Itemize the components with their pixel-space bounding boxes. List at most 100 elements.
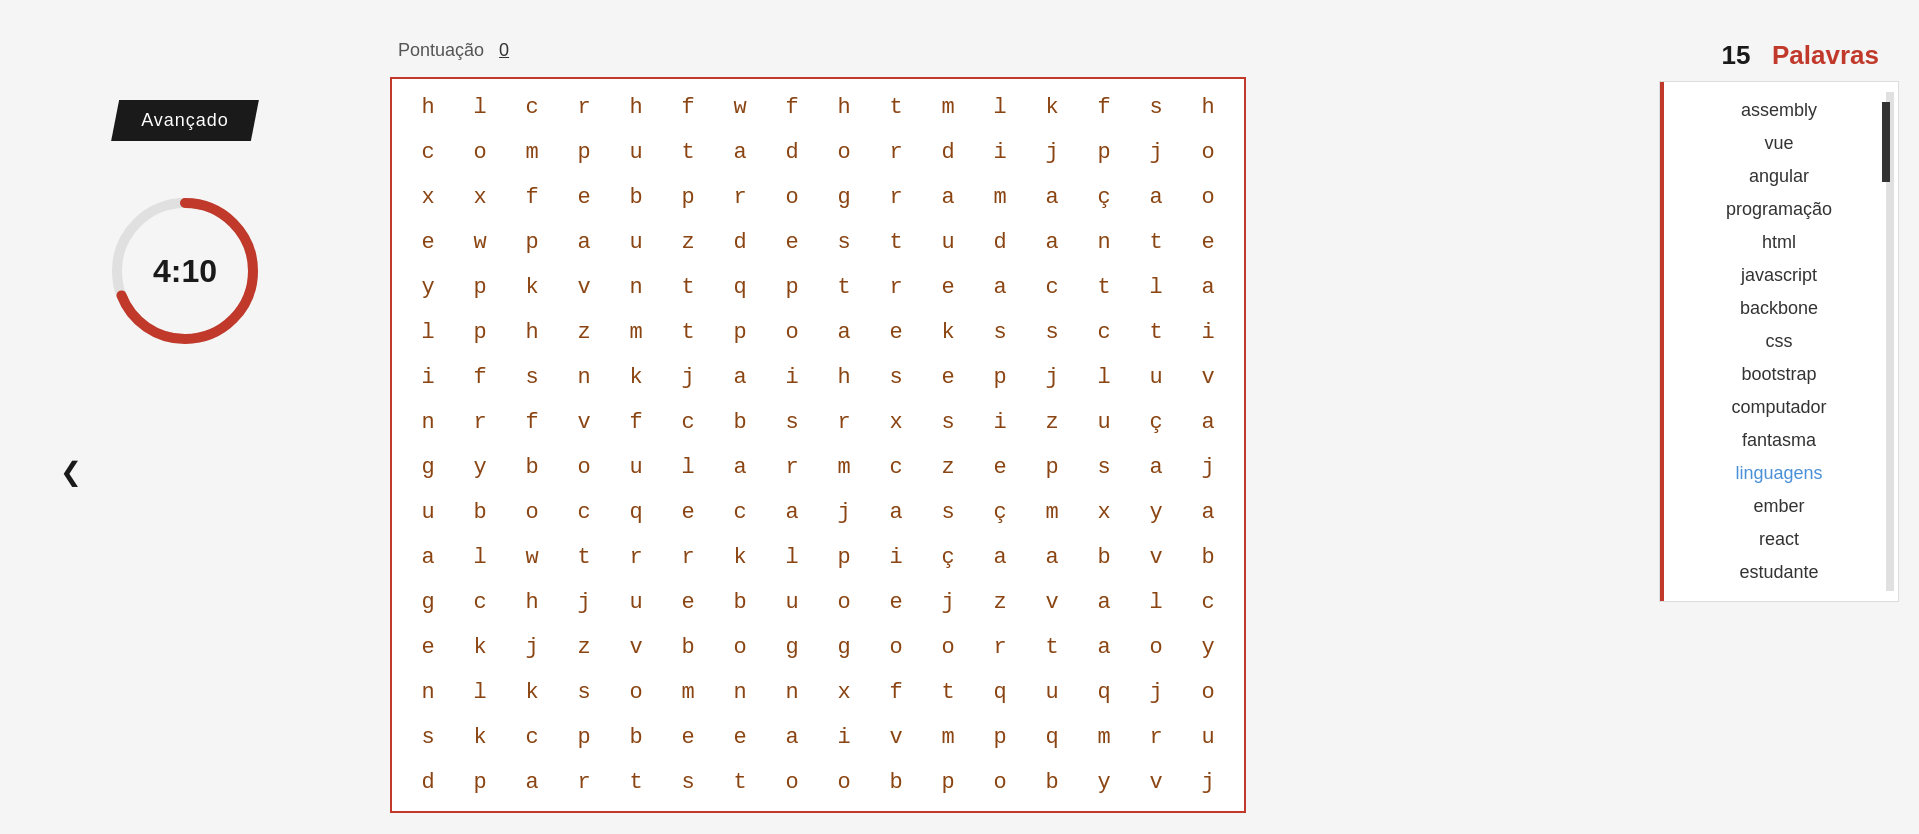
grid-cell[interactable]: e (402, 625, 454, 670)
grid-cell[interactable]: o (1182, 175, 1234, 220)
grid-cell[interactable]: j (1026, 130, 1078, 175)
grid-cell[interactable]: a (870, 490, 922, 535)
grid-cell[interactable]: r (974, 625, 1026, 670)
grid-cell[interactable]: a (1078, 625, 1130, 670)
grid-cell[interactable]: o (454, 130, 506, 175)
grid-cell[interactable]: k (610, 355, 662, 400)
grid-cell[interactable]: z (1026, 400, 1078, 445)
grid-cell[interactable]: l (1130, 265, 1182, 310)
grid-cell[interactable]: u (610, 130, 662, 175)
grid-cell[interactable]: l (1130, 580, 1182, 625)
grid-cell[interactable]: n (610, 265, 662, 310)
grid-cell[interactable]: v (1182, 355, 1234, 400)
grid-cell[interactable]: i (974, 400, 1026, 445)
grid-cell[interactable]: c (714, 490, 766, 535)
grid-cell[interactable]: m (922, 85, 974, 130)
grid-cell[interactable]: ç (922, 535, 974, 580)
grid-cell[interactable]: r (454, 400, 506, 445)
word-item[interactable]: bootstrap (1660, 358, 1898, 391)
grid-cell[interactable]: h (1182, 85, 1234, 130)
grid-cell[interactable]: l (1078, 355, 1130, 400)
grid-cell[interactable]: x (818, 670, 870, 715)
grid-cell[interactable]: o (974, 760, 1026, 805)
grid-cell[interactable]: j (818, 490, 870, 535)
grid-cell[interactable]: p (922, 760, 974, 805)
grid-cell[interactable]: t (558, 535, 610, 580)
grid-cell[interactable]: t (662, 265, 714, 310)
grid-cell[interactable]: a (974, 535, 1026, 580)
grid-cell[interactable]: z (558, 625, 610, 670)
grid-cell[interactable]: c (870, 445, 922, 490)
grid-cell[interactable]: w (714, 85, 766, 130)
grid-cell[interactable]: b (610, 715, 662, 760)
grid-cell[interactable]: s (870, 355, 922, 400)
grid-cell[interactable]: b (870, 760, 922, 805)
word-item[interactable]: estudante (1660, 556, 1898, 589)
grid-cell[interactable]: o (818, 130, 870, 175)
grid-cell[interactable]: u (1182, 715, 1234, 760)
grid-cell[interactable]: f (870, 670, 922, 715)
grid-cell[interactable]: e (922, 265, 974, 310)
grid-cell[interactable]: b (454, 490, 506, 535)
grid-cell[interactable]: k (454, 625, 506, 670)
grid-cell[interactable]: c (454, 580, 506, 625)
grid-cell[interactable]: n (714, 670, 766, 715)
word-item[interactable]: html (1660, 226, 1898, 259)
grid-cell[interactable]: o (558, 445, 610, 490)
grid-cell[interactable]: s (662, 760, 714, 805)
grid-cell[interactable]: a (714, 355, 766, 400)
grid-cell[interactable]: m (662, 670, 714, 715)
grid-cell[interactable]: a (1026, 535, 1078, 580)
grid-cell[interactable]: f (662, 85, 714, 130)
back-arrow-button[interactable]: ❮ (60, 451, 82, 495)
grid-cell[interactable]: m (506, 130, 558, 175)
grid-cell[interactable]: t (922, 670, 974, 715)
grid-cell[interactable]: t (818, 265, 870, 310)
grid-cell[interactable]: m (974, 175, 1026, 220)
grid-cell[interactable]: s (818, 220, 870, 265)
grid-cell[interactable]: c (1026, 265, 1078, 310)
grid-cell[interactable]: b (662, 625, 714, 670)
grid-cell[interactable]: o (1130, 625, 1182, 670)
grid-cell[interactable]: s (402, 715, 454, 760)
grid-cell[interactable]: e (766, 220, 818, 265)
grid-cell[interactable]: c (402, 130, 454, 175)
grid-cell[interactable]: p (454, 265, 506, 310)
grid-cell[interactable]: s (974, 310, 1026, 355)
grid-cell[interactable]: u (402, 490, 454, 535)
grid-cell[interactable]: a (1130, 445, 1182, 490)
grid-cell[interactable]: o (766, 760, 818, 805)
grid-cell[interactable]: e (922, 355, 974, 400)
grid-cell[interactable]: i (402, 355, 454, 400)
grid-cell[interactable]: t (662, 310, 714, 355)
grid-cell[interactable]: ç (974, 490, 1026, 535)
grid-cell[interactable]: u (1130, 355, 1182, 400)
grid-cell[interactable]: a (766, 490, 818, 535)
grid-cell[interactable]: j (662, 355, 714, 400)
grid-cell[interactable]: m (1078, 715, 1130, 760)
grid-cell[interactable]: p (454, 760, 506, 805)
grid-cell[interactable]: p (558, 130, 610, 175)
grid-cell[interactable]: v (610, 625, 662, 670)
grid-cell[interactable]: s (558, 670, 610, 715)
grid-cell[interactable]: n (766, 670, 818, 715)
grid-cell[interactable]: i (818, 715, 870, 760)
grid-cell[interactable]: p (766, 265, 818, 310)
grid-cell[interactable]: e (870, 310, 922, 355)
grid-cell[interactable]: n (402, 400, 454, 445)
grid-cell[interactable]: e (974, 445, 1026, 490)
grid-cell[interactable]: a (506, 760, 558, 805)
grid-cell[interactable]: c (1078, 310, 1130, 355)
grid-cell[interactable]: e (402, 220, 454, 265)
grid-cell[interactable]: v (1130, 535, 1182, 580)
grid-cell[interactable]: s (1130, 85, 1182, 130)
grid-cell[interactable]: r (662, 535, 714, 580)
grid-cell[interactable]: a (818, 310, 870, 355)
grid-cell[interactable]: i (870, 535, 922, 580)
grid-cell[interactable]: l (402, 310, 454, 355)
grid-cell[interactable]: i (974, 130, 1026, 175)
grid-cell[interactable]: b (610, 175, 662, 220)
grid-cell[interactable]: b (714, 580, 766, 625)
grid-cell[interactable]: r (610, 535, 662, 580)
grid-cell[interactable]: b (1026, 760, 1078, 805)
